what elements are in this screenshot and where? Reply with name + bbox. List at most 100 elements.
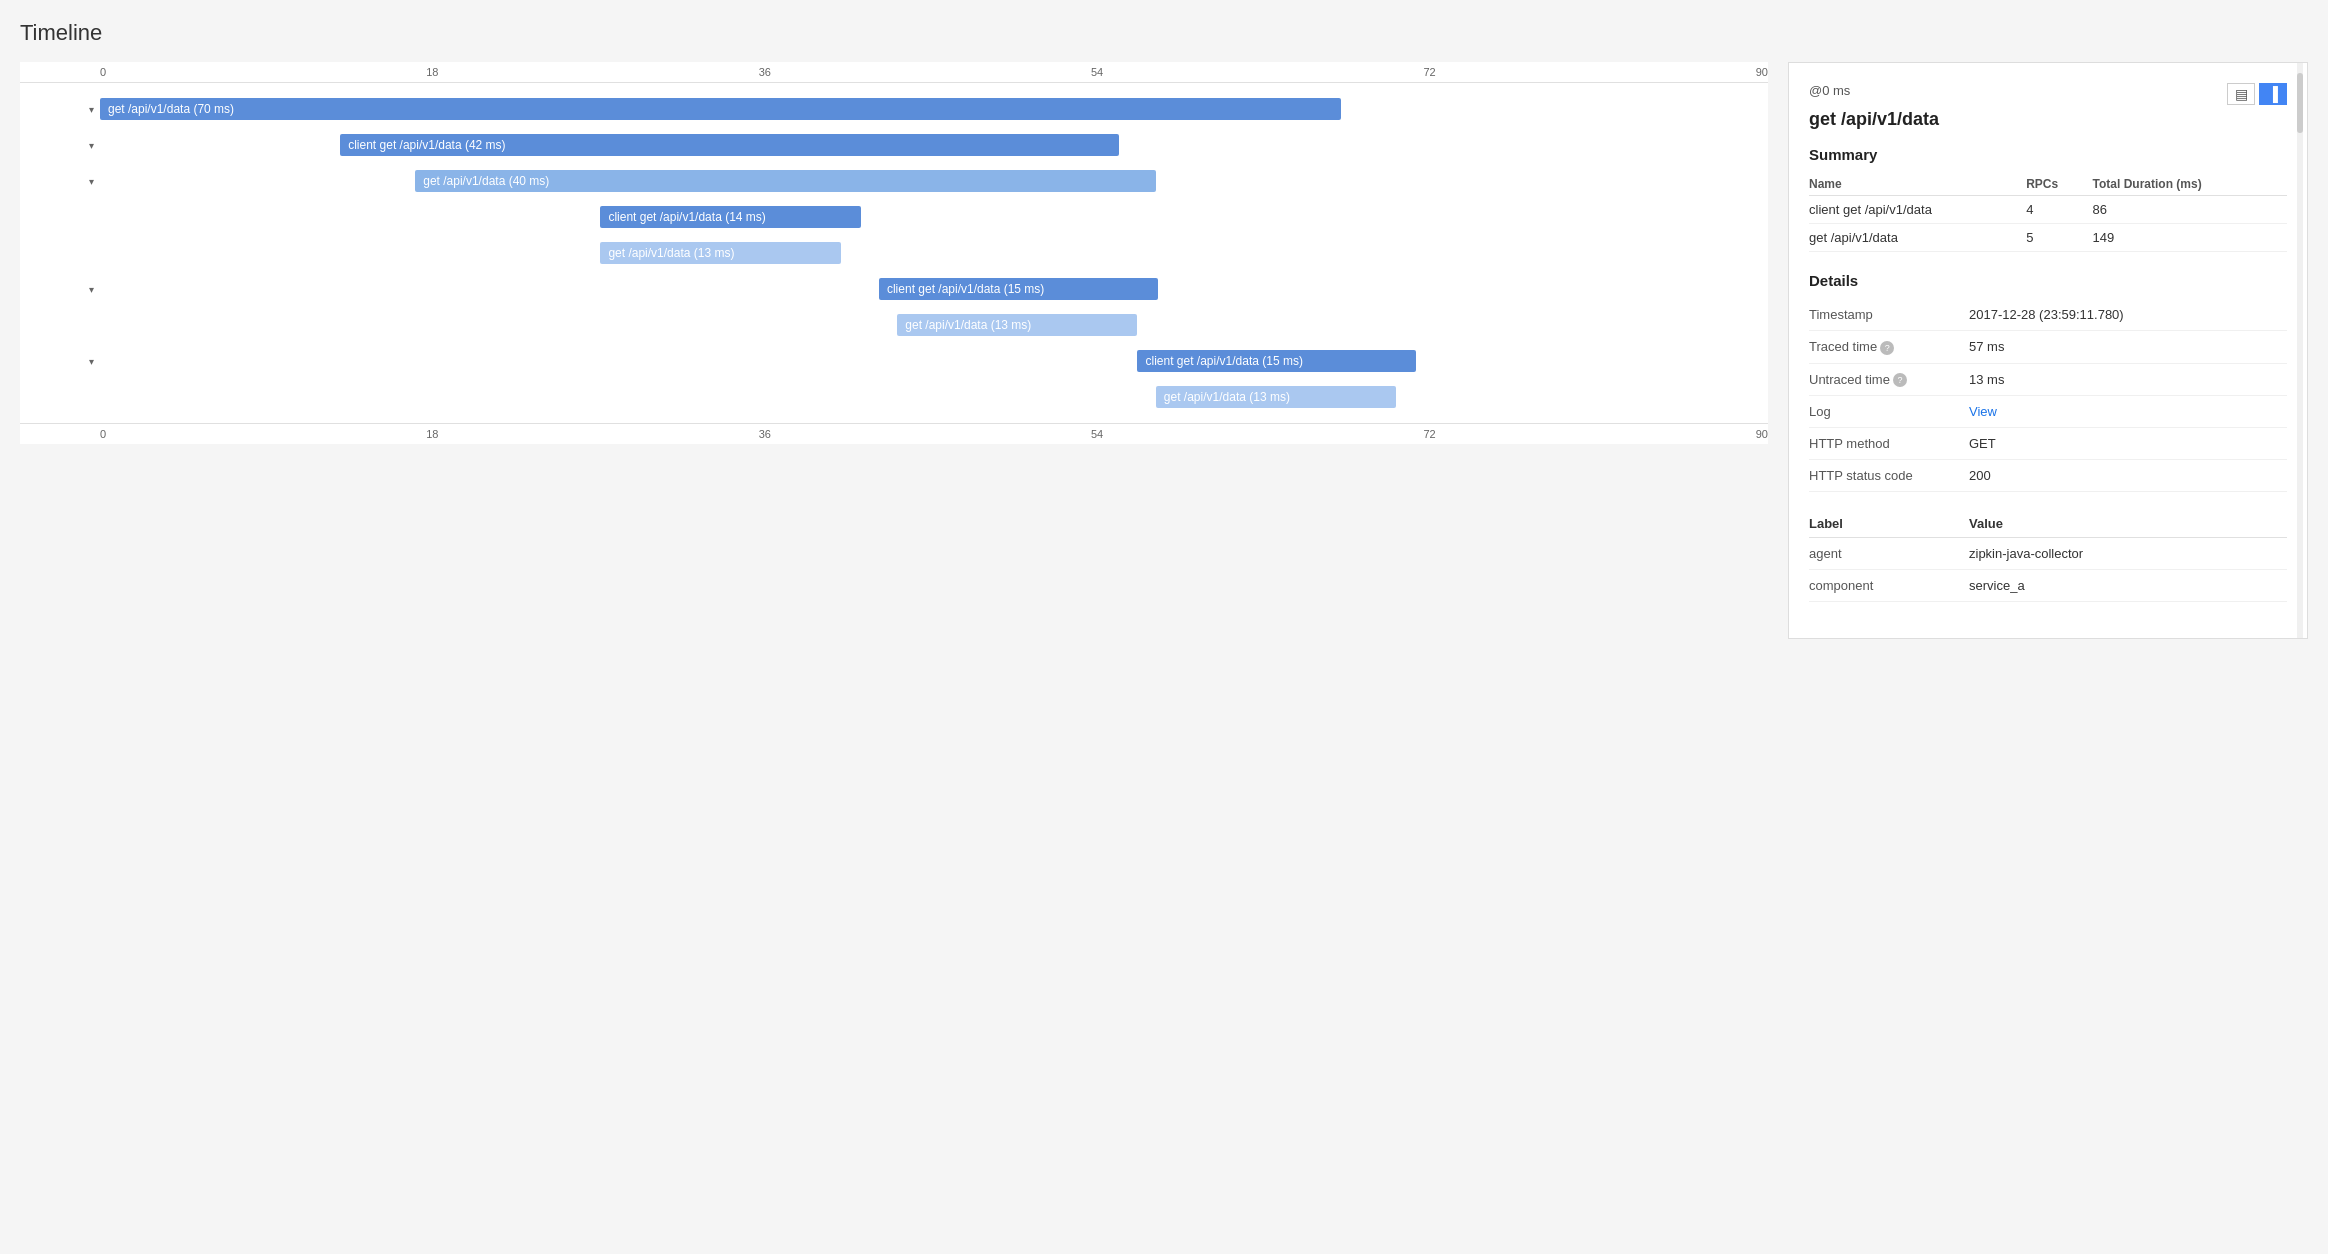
detail-rpc-title: get /api/v1/data bbox=[1809, 109, 2287, 130]
ruler-tick-18: 18 bbox=[426, 66, 438, 78]
timeline-row[interactable]: get /api/v1/data (13 ms) bbox=[20, 235, 1768, 271]
timeline-panel: 0 18 36 54 72 90 ▾ get /api/v1/data (70 m… bbox=[20, 62, 1768, 444]
detail-label: Untraced time? bbox=[1809, 363, 1969, 396]
bar-area: get /api/v1/data (13 ms) bbox=[100, 307, 1768, 343]
detail-row: Untraced time?13 ms bbox=[1809, 363, 2287, 396]
detail-value[interactable]: View bbox=[1969, 396, 2287, 428]
timeline-row[interactable]: get /api/v1/data (13 ms) bbox=[20, 379, 1768, 415]
timeline-row[interactable]: get /api/v1/data (13 ms) bbox=[20, 307, 1768, 343]
timeline-row[interactable]: ▾ client get /api/v1/data (15 ms) bbox=[20, 271, 1768, 307]
detail-link[interactable]: View bbox=[1969, 404, 1997, 419]
detail-row: Traced time?57 ms bbox=[1809, 331, 2287, 364]
details-section-title: Details bbox=[1809, 272, 2287, 289]
label-value: zipkin-java-collector bbox=[1969, 538, 2287, 570]
detail-value: 57 ms bbox=[1969, 331, 2287, 364]
timeline-row[interactable]: ▾ client get /api/v1/data (15 ms) bbox=[20, 343, 1768, 379]
ruler-bottom-tick-90: 90 bbox=[1756, 428, 1768, 440]
expand-icon[interactable]: ▾ bbox=[89, 284, 94, 295]
summary-row: client get /api/v1/data486 bbox=[1809, 196, 2287, 224]
summary-table: Name RPCs Total Duration (ms) client get… bbox=[1809, 173, 2287, 252]
main-layout: 0 18 36 54 72 90 ▾ get /api/v1/data (70 m… bbox=[20, 62, 2308, 639]
labels-col-label: Label bbox=[1809, 508, 1969, 538]
span-bar[interactable]: client get /api/v1/data (15 ms) bbox=[1137, 350, 1416, 372]
ruler-bottom-tick-54: 54 bbox=[1091, 428, 1103, 440]
detail-icons: ▤ ▐ bbox=[2227, 83, 2287, 105]
detail-timestamp: @0 ms bbox=[1809, 83, 1850, 98]
ruler-tick-72: 72 bbox=[1423, 66, 1435, 78]
detail-panel: @0 ms ▤ ▐ get /api/v1/data Summary Name … bbox=[1788, 62, 2308, 639]
detail-row: HTTP methodGET bbox=[1809, 428, 2287, 460]
page-title: Timeline bbox=[20, 20, 2308, 46]
expand-icon[interactable]: ▾ bbox=[89, 140, 94, 151]
timeline-body: ▾ get /api/v1/data (70 ms) ▾ client get /ap… bbox=[20, 83, 1768, 423]
help-icon[interactable]: ? bbox=[1893, 373, 1907, 387]
span-bar[interactable]: get /api/v1/data (70 ms) bbox=[100, 98, 1341, 120]
span-bar[interactable]: get /api/v1/data (13 ms) bbox=[600, 242, 840, 264]
summary-cell-duration: 86 bbox=[2093, 196, 2287, 224]
span-bar[interactable]: client get /api/v1/data (14 ms) bbox=[600, 206, 860, 228]
ruler-bottom-tick-0: 0 bbox=[100, 428, 106, 440]
labels-table: Label Value agentzipkin-java-collectorco… bbox=[1809, 508, 2287, 602]
detail-value: 13 ms bbox=[1969, 363, 2287, 396]
detail-label: HTTP method bbox=[1809, 428, 1969, 460]
summary-cell-rpcs: 4 bbox=[2026, 196, 2092, 224]
ruler-tick-36: 36 bbox=[759, 66, 771, 78]
detail-label: HTTP status code bbox=[1809, 460, 1969, 492]
summary-cell-name: client get /api/v1/data bbox=[1809, 196, 2026, 224]
detail-label: Log bbox=[1809, 396, 1969, 428]
span-bar[interactable]: get /api/v1/data (13 ms) bbox=[897, 314, 1137, 336]
table-view-button[interactable]: ▤ bbox=[2227, 83, 2255, 105]
label-row: agentzipkin-java-collector bbox=[1809, 538, 2287, 570]
expand-icon[interactable]: ▾ bbox=[89, 356, 94, 367]
summary-row: get /api/v1/data5149 bbox=[1809, 224, 2287, 252]
label-key: component bbox=[1809, 570, 1969, 602]
bar-area: client get /api/v1/data (42 ms) bbox=[100, 127, 1768, 163]
detail-row: LogView bbox=[1809, 396, 2287, 428]
summary-cell-name: get /api/v1/data bbox=[1809, 224, 2026, 252]
summary-col-name: Name bbox=[1809, 173, 2026, 196]
summary-cell-duration: 149 bbox=[2093, 224, 2287, 252]
detail-header: @0 ms ▤ ▐ bbox=[1809, 83, 2287, 105]
timeline-row[interactable]: ▾ get /api/v1/data (40 ms) bbox=[20, 163, 1768, 199]
detail-label: Traced time? bbox=[1809, 331, 1969, 364]
bar-area: client get /api/v1/data (14 ms) bbox=[100, 199, 1768, 235]
expand-icon[interactable]: ▾ bbox=[89, 104, 94, 115]
ruler-bottom-tick-72: 72 bbox=[1423, 428, 1435, 440]
summary-cell-rpcs: 5 bbox=[2026, 224, 2092, 252]
scrollbar[interactable] bbox=[2297, 63, 2303, 638]
bar-area: client get /api/v1/data (15 ms) bbox=[100, 343, 1768, 379]
detail-value: 200 bbox=[1969, 460, 2287, 492]
ruler-tick-0: 0 bbox=[100, 66, 106, 78]
label-value: service_a bbox=[1969, 570, 2287, 602]
labels-col-value: Value bbox=[1969, 508, 2287, 538]
span-bar[interactable]: get /api/v1/data (13 ms) bbox=[1156, 386, 1396, 408]
ruler-bottom-tick-36: 36 bbox=[759, 428, 771, 440]
panel-view-button[interactable]: ▐ bbox=[2259, 83, 2287, 105]
bar-area: get /api/v1/data (40 ms) bbox=[100, 163, 1768, 199]
detail-label: Timestamp bbox=[1809, 299, 1969, 331]
label-row: componentservice_a bbox=[1809, 570, 2287, 602]
help-icon[interactable]: ? bbox=[1880, 341, 1894, 355]
scrollbar-thumb[interactable] bbox=[2297, 73, 2303, 133]
detail-row: HTTP status code200 bbox=[1809, 460, 2287, 492]
ruler-tick-54: 54 bbox=[1091, 66, 1103, 78]
bar-area: get /api/v1/data (13 ms) bbox=[100, 235, 1768, 271]
detail-row: Timestamp2017-12-28 (23:59:11.780) bbox=[1809, 299, 2287, 331]
label-key: agent bbox=[1809, 538, 1969, 570]
bar-area: get /api/v1/data (70 ms) bbox=[100, 91, 1768, 127]
detail-value: GET bbox=[1969, 428, 2287, 460]
ruler-tick-90: 90 bbox=[1756, 66, 1768, 78]
span-bar[interactable]: get /api/v1/data (40 ms) bbox=[415, 170, 1156, 192]
expand-icon[interactable]: ▾ bbox=[89, 176, 94, 187]
timeline-row[interactable]: ▾ client get /api/v1/data (42 ms) bbox=[20, 127, 1768, 163]
summary-col-rpcs: RPCs bbox=[2026, 173, 2092, 196]
detail-value: 2017-12-28 (23:59:11.780) bbox=[1969, 299, 2287, 331]
span-bar[interactable]: client get /api/v1/data (15 ms) bbox=[879, 278, 1158, 300]
timeline-row[interactable]: client get /api/v1/data (14 ms) bbox=[20, 199, 1768, 235]
timeline-row[interactable]: ▾ get /api/v1/data (70 ms) bbox=[20, 91, 1768, 127]
timeline-ruler-top: 0 18 36 54 72 90 bbox=[20, 62, 1768, 83]
span-bar[interactable]: client get /api/v1/data (42 ms) bbox=[340, 134, 1119, 156]
bar-area: get /api/v1/data (13 ms) bbox=[100, 379, 1768, 415]
ruler-bottom-tick-18: 18 bbox=[426, 428, 438, 440]
details-table: Timestamp2017-12-28 (23:59:11.780)Traced… bbox=[1809, 299, 2287, 492]
